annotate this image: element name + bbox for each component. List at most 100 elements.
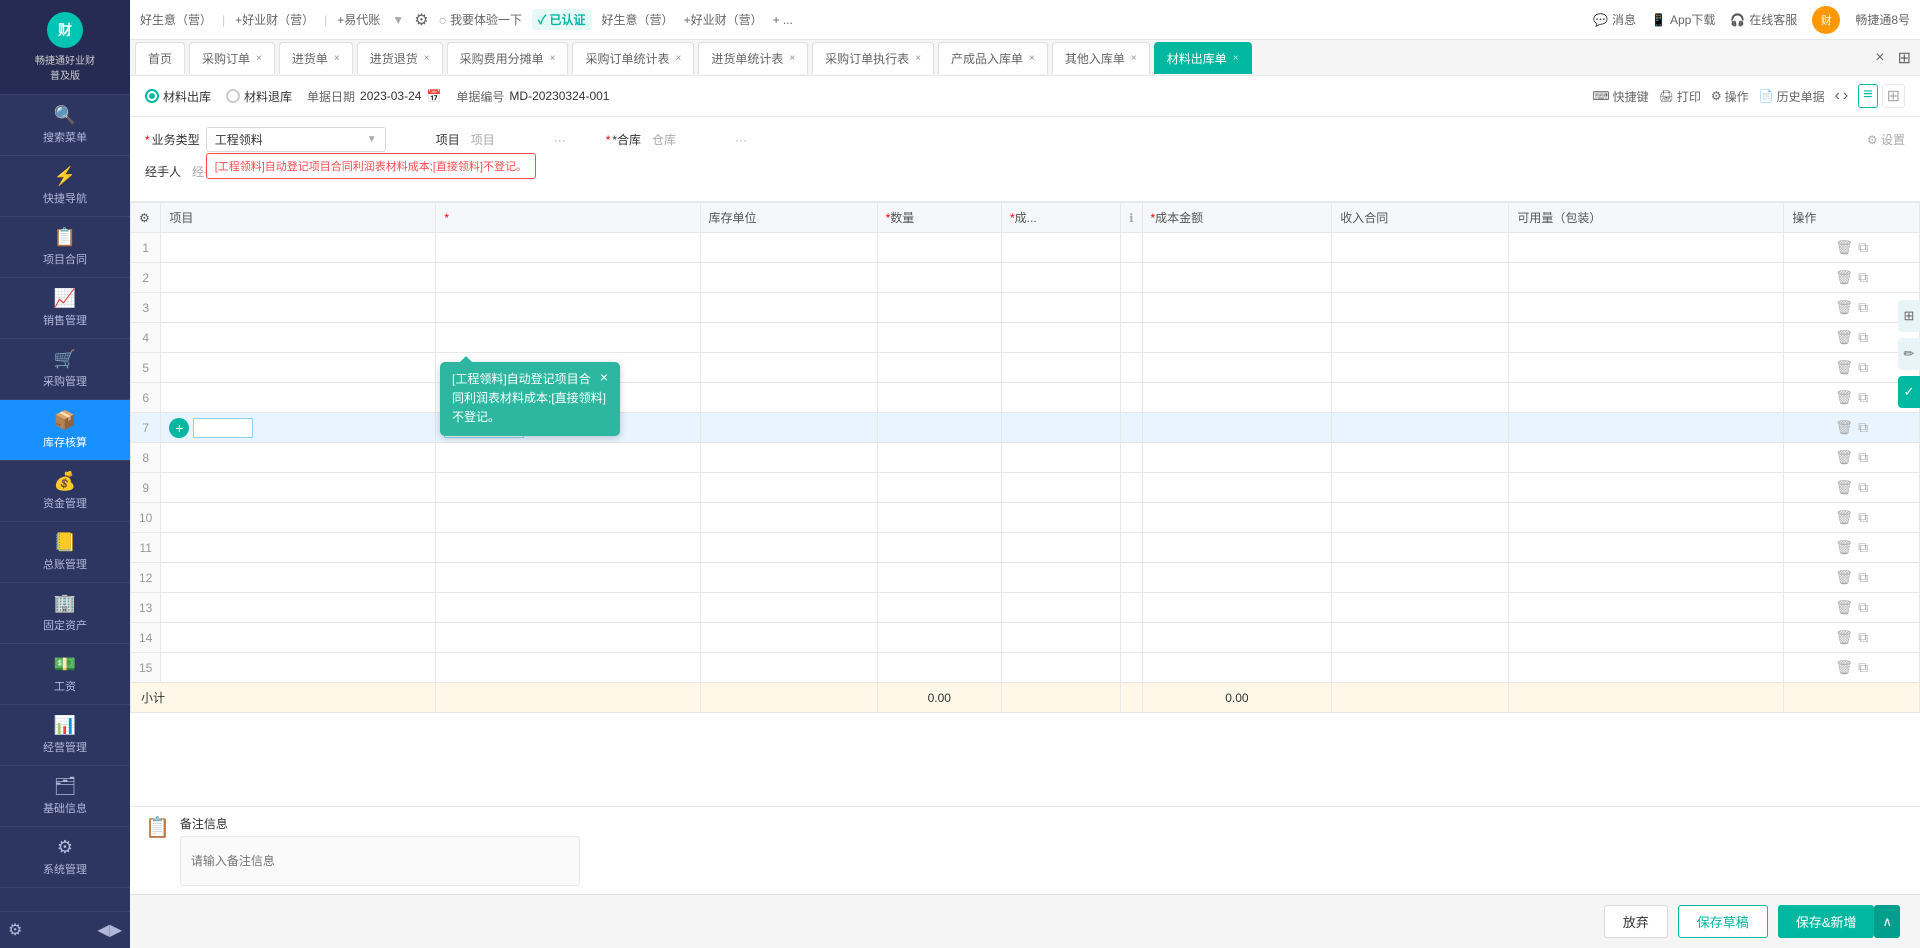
cell-project-15[interactable] — [161, 653, 436, 683]
sidebar-item-finance[interactable]: 💰资金管理 — [0, 461, 130, 522]
topbar-message[interactable]: 💬消息 — [1593, 11, 1636, 28]
tab-other-in[interactable]: 其他入库单 × — [1052, 42, 1150, 74]
cell-qty-5[interactable] — [877, 353, 1001, 383]
delete-row-icon-6[interactable]: 🗑 — [1835, 389, 1853, 406]
warehouse-dots-btn[interactable]: ··· — [735, 133, 747, 147]
right-panel-btn-3[interactable]: ✓ — [1898, 376, 1920, 408]
topbar-experience[interactable]: ○ 我要体验一下 — [439, 11, 522, 28]
cell-income-contract-6[interactable] — [1332, 383, 1509, 413]
cell-cost-amount-14[interactable] — [1142, 623, 1332, 653]
topbar-extra-2[interactable]: + ... — [773, 13, 793, 27]
topbar-dropdown-icon[interactable]: ▼ — [392, 13, 404, 27]
shortcut-key-btn[interactable]: ⌨快捷键 — [1592, 88, 1648, 105]
cell-income-contract-3[interactable] — [1332, 293, 1509, 323]
cell-required-3[interactable] — [436, 293, 700, 323]
tab-close-icon[interactable]: × — [334, 53, 340, 64]
cell-qty-3[interactable] — [877, 293, 1001, 323]
sidebar-item-ops[interactable]: 📊经营管理 — [0, 705, 130, 766]
tab-close-icon[interactable]: × — [1131, 53, 1137, 64]
cell-available-3[interactable] — [1509, 293, 1784, 323]
cell-required-12[interactable] — [436, 563, 700, 593]
cell-qty-7[interactable] — [877, 413, 1001, 443]
right-panel-btn-2[interactable]: ✏ — [1898, 338, 1920, 370]
cell-unit-12[interactable] — [700, 563, 877, 593]
cell-cost-price-5[interactable] — [1001, 353, 1120, 383]
cell-income-contract-9[interactable] — [1332, 473, 1509, 503]
cell-available-13[interactable] — [1509, 593, 1784, 623]
radio-material-return[interactable]: 材料退库 — [226, 88, 292, 105]
tab-close-icon[interactable]: × — [1029, 53, 1035, 64]
topbar-app-download[interactable]: 📱App下载 — [1651, 11, 1715, 28]
cell-project-11[interactable] — [161, 533, 436, 563]
cell-income-contract-1[interactable] — [1332, 233, 1509, 263]
delete-row-icon-2[interactable]: 🗑 — [1835, 269, 1853, 286]
cell-income-contract-4[interactable] — [1332, 323, 1509, 353]
cell-cost-amount-15[interactable] — [1142, 653, 1332, 683]
cell-project-3[interactable] — [161, 293, 436, 323]
calendar-icon[interactable]: 📅 — [426, 89, 441, 103]
cell-cost-amount-10[interactable] — [1142, 503, 1332, 533]
cell-required-2[interactable] — [436, 263, 700, 293]
copy-row-icon-15[interactable]: ⧉ — [1858, 659, 1868, 676]
tab-close-icon[interactable]: × — [1233, 53, 1239, 64]
tab-purchase-exec[interactable]: 采购订单执行表 × — [812, 42, 934, 74]
cell-required-13[interactable] — [436, 593, 700, 623]
operation-btn[interactable]: ⚙操作 — [1711, 88, 1749, 105]
cell-cost-price-14[interactable] — [1001, 623, 1120, 653]
cell-project-6[interactable] — [161, 383, 436, 413]
cell-cost-price-3[interactable] — [1001, 293, 1120, 323]
cell-cost-amount-9[interactable] — [1142, 473, 1332, 503]
save-new-button[interactable]: 保存&新增 — [1778, 905, 1875, 938]
cell-unit-6[interactable] — [700, 383, 877, 413]
cell-income-contract-2[interactable] — [1332, 263, 1509, 293]
cell-cost-amount-3[interactable] — [1142, 293, 1332, 323]
cell-available-1[interactable] — [1509, 233, 1784, 263]
tab-close-icon[interactable]: × — [675, 53, 681, 64]
cell-available-9[interactable] — [1509, 473, 1784, 503]
cell-project-1[interactable] — [161, 233, 436, 263]
copy-row-icon-7[interactable]: ⧉ — [1858, 419, 1868, 436]
delete-row-icon-14[interactable]: 🗑 — [1835, 629, 1853, 646]
topbar-extra-1[interactable]: +好业财（营） — [684, 11, 763, 28]
tab-close-icon[interactable]: × — [424, 53, 430, 64]
tab-material-out[interactable]: 材料出库单 × — [1154, 42, 1252, 74]
copy-row-icon-5[interactable]: ⧉ — [1858, 359, 1868, 376]
cell-qty-1[interactable] — [877, 233, 1001, 263]
cell-cost-amount-8[interactable] — [1142, 443, 1332, 473]
cell-cost-amount-6[interactable] — [1142, 383, 1332, 413]
cell-unit-9[interactable] — [700, 473, 877, 503]
copy-row-icon-1[interactable]: ⧉ — [1858, 239, 1868, 256]
save-draft-button[interactable]: 保存草稿 — [1678, 905, 1768, 938]
cell-qty-15[interactable] — [877, 653, 1001, 683]
cell-project-4[interactable] — [161, 323, 436, 353]
delete-row-icon-10[interactable]: 🗑 — [1835, 509, 1853, 526]
delete-row-icon-15[interactable]: 🗑 — [1835, 659, 1853, 676]
cell-available-10[interactable] — [1509, 503, 1784, 533]
cell-qty-2[interactable] — [877, 263, 1001, 293]
cell-required-10[interactable] — [436, 503, 700, 533]
copy-row-icon-14[interactable]: ⧉ — [1858, 629, 1868, 646]
tab-close-icon[interactable]: × — [256, 53, 262, 64]
cell-required-11[interactable] — [436, 533, 700, 563]
cell-income-contract-5[interactable] — [1332, 353, 1509, 383]
sidebar-item-system[interactable]: ⚙系统管理 — [0, 827, 130, 888]
cell-unit-15[interactable] — [700, 653, 877, 683]
copy-row-icon-9[interactable]: ⧉ — [1858, 479, 1868, 496]
sidebar-item-inventory[interactable]: 📦库存核算 — [0, 400, 130, 461]
topbar-settings-icon[interactable]: ⚙ — [414, 10, 428, 30]
cell-unit-2[interactable] — [700, 263, 877, 293]
cell-qty-4[interactable] — [877, 323, 1001, 353]
cell-available-12[interactable] — [1509, 563, 1784, 593]
cell-available-8[interactable] — [1509, 443, 1784, 473]
delete-row-icon-12[interactable]: 🗑 — [1835, 569, 1853, 586]
copy-row-icon-2[interactable]: ⧉ — [1858, 269, 1868, 286]
cell-cost-price-9[interactable] — [1001, 473, 1120, 503]
cell-required-14[interactable] — [436, 623, 700, 653]
copy-row-icon-10[interactable]: ⧉ — [1858, 509, 1868, 526]
cell-project-8[interactable] — [161, 443, 436, 473]
cell-required-8[interactable] — [436, 443, 700, 473]
cell-income-contract-10[interactable] — [1332, 503, 1509, 533]
cell-project-input-7[interactable] — [193, 418, 253, 438]
cell-cost-price-11[interactable] — [1001, 533, 1120, 563]
save-arrow-button[interactable]: ∧ — [1874, 905, 1900, 938]
